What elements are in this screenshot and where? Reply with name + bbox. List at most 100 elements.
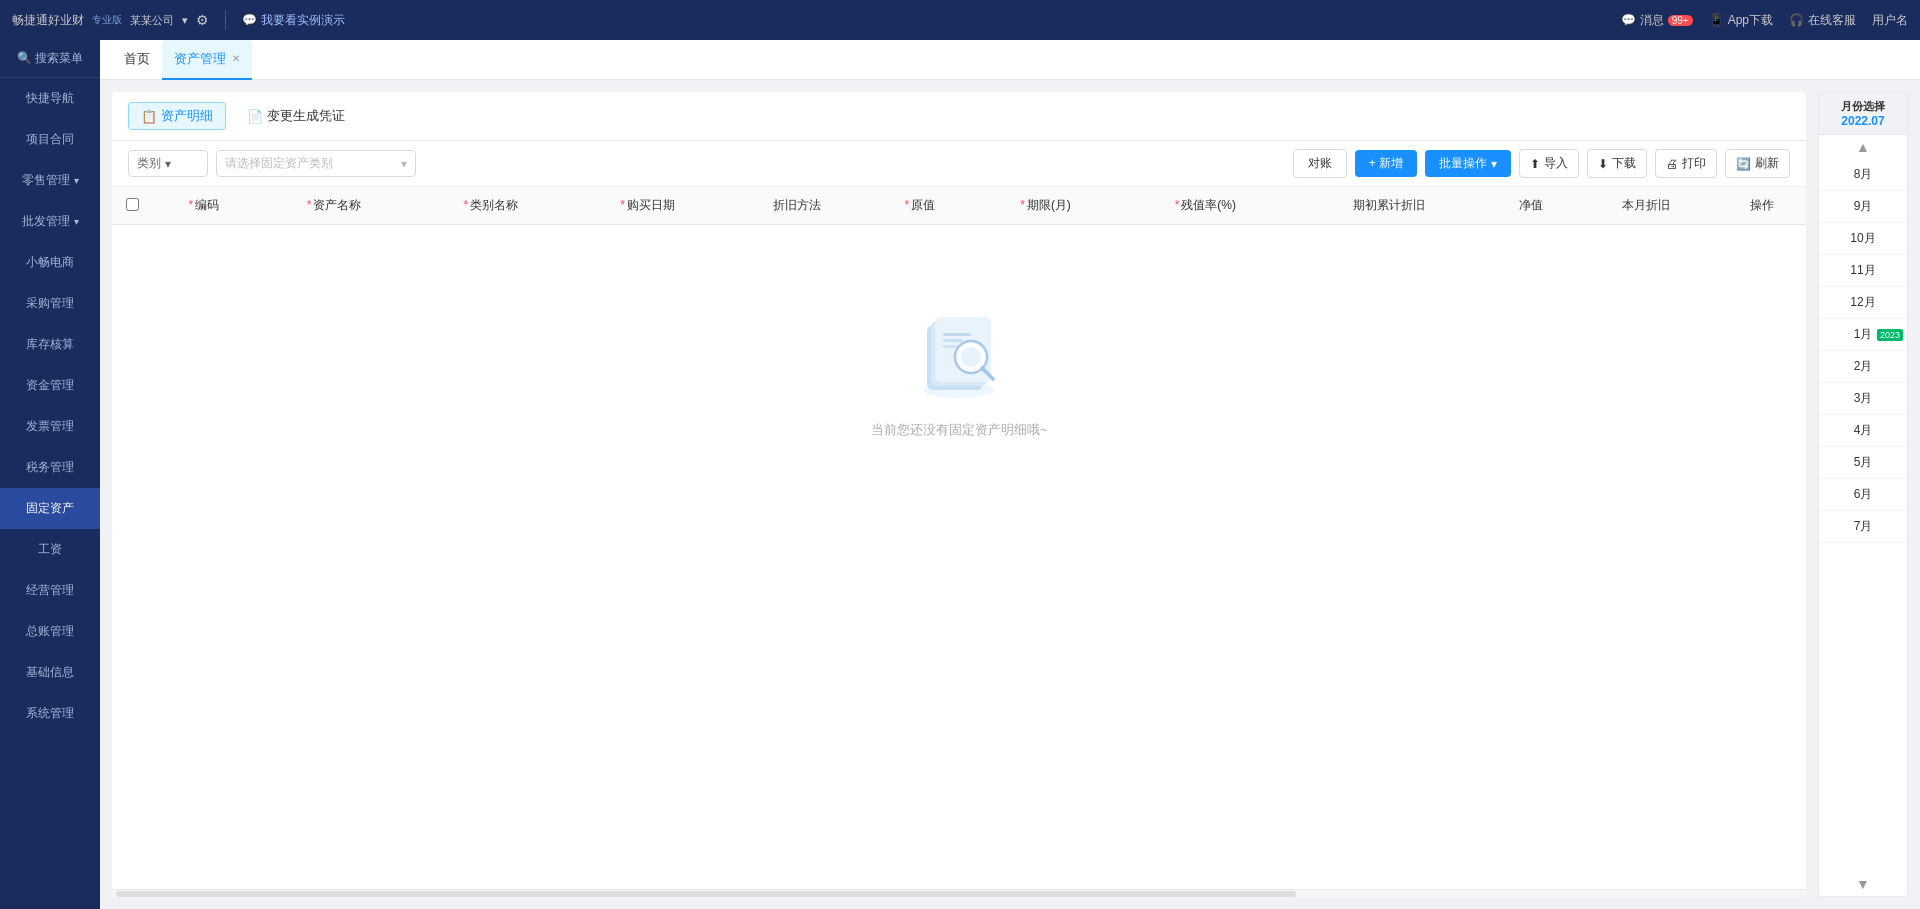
scroll-thumb[interactable] [116,891,1296,897]
sub-tab-change-voucher[interactable]: 📄 变更生成凭证 [234,102,358,130]
sidebar-item-label-fixed-assets: 固定资产 [26,500,74,517]
app-download-button[interactable]: 📱 App下载 [1709,12,1773,29]
download-button[interactable]: ⬇ 下载 [1587,149,1647,178]
reconcile-label: 对账 [1308,156,1332,170]
sidebar-item-salary[interactable]: 工资 [0,529,100,570]
batch-button[interactable]: 批量操作 ▾ [1425,150,1511,177]
tab-close-icon[interactable]: ✕ [232,53,240,64]
sidebar-item-label-quicknav: 快捷导航 [26,90,74,107]
month-item-8[interactable]: 8月 [1819,159,1907,191]
th-code: *编码 [152,187,256,225]
tab-asset-mgmt[interactable]: 资产管理 ✕ [162,40,252,80]
panel-toggle-button[interactable]: › [1818,475,1819,515]
month-item-2023-2[interactable]: 2月 [1819,351,1907,383]
demo-link[interactable]: 💬 我要看实例演示 [242,12,345,29]
divider [225,10,226,30]
download-label: 下载 [1612,155,1636,172]
sidebar-item-label-wholesale: 批发管理 [22,213,70,230]
message-label: 消息 [1640,12,1664,29]
print-icon: 🖨 [1666,157,1678,171]
sidebar-item-ledger[interactable]: 总账管理 [0,611,100,652]
month-item-2023-4[interactable]: 4月 [1819,415,1907,447]
user-menu[interactable]: 用户名 [1872,12,1908,29]
month-item-9[interactable]: 9月 [1819,191,1907,223]
sidebar-item-quicknav[interactable]: 快捷导航 [0,78,100,119]
print-button[interactable]: 🖨 打印 [1655,149,1717,178]
main-container: 🔍 搜索菜单 快捷导航 项目合同 零售管理 ▾ 批发管理 ▾ 小畅电商 采购管理… [0,40,1920,909]
demo-icon: 💬 [242,13,257,27]
content-area: 首页 资产管理 ✕ 📋 资产明细 📄 变更生成凭证 [100,40,1920,909]
sidebar-item-label-project: 项目合同 [26,131,74,148]
month-next-button[interactable]: ▼ [1856,876,1870,892]
change-voucher-icon: 📄 [247,109,263,124]
company-dropdown-icon[interactable]: ▾ [182,14,188,27]
sidebar-item-operations[interactable]: 经营管理 [0,570,100,611]
category-select-input[interactable]: 请选择固定资产类别 ▾ [216,150,416,177]
month-item-11[interactable]: 11月 [1819,255,1907,287]
category-placeholder: 请选择固定资产类别 [225,155,333,172]
th-original-value: *原值 [868,187,972,225]
add-button[interactable]: + 新增 [1355,150,1417,177]
sidebar-item-label-tax: 税务管理 [26,459,74,476]
sidebar-item-fixed-assets[interactable]: 固定资产 [0,488,100,529]
year-2023-badge: 2023 [1877,329,1903,341]
month-item-10[interactable]: 10月 [1819,223,1907,255]
th-depreciation-method: 折旧方法 [726,187,868,225]
refresh-button[interactable]: 🔄 刷新 [1725,149,1790,178]
sidebar-item-project[interactable]: 项目合同 [0,119,100,160]
asset-detail-label: 资产明细 [161,107,213,125]
download-icon: ⬇ [1598,157,1608,171]
month-item-2023-6[interactable]: 6月 [1819,479,1907,511]
month-item-2023-7[interactable]: 7月 [1819,511,1907,543]
tab-asset-mgmt-label: 资产管理 [174,50,226,68]
message-button[interactable]: 💬 消息 99+ [1621,12,1693,29]
month-item-2023-5[interactable]: 5月 [1819,447,1907,479]
sub-tab-asset-detail[interactable]: 📋 资产明细 [128,102,226,130]
settings-icon[interactable]: ⚙ [196,12,209,28]
sidebar-item-label-invoice: 发票管理 [26,418,74,435]
th-name: *资产名称 [256,187,413,225]
refresh-icon: 🔄 [1736,157,1751,171]
select-all-checkbox[interactable] [126,198,139,211]
th-accumulated-depreciation: 期初累计折旧 [1291,187,1486,225]
month-panel: › 月份选择 2022.07 ▲ 8月 9月 10月 11月 12月 1月 20… [1818,92,1908,897]
month-item-12[interactable]: 12月 [1819,287,1907,319]
sidebar-item-finance[interactable]: 资金管理 [0,365,100,406]
import-icon: ⬆ [1530,157,1540,171]
add-label: + 新增 [1369,155,1403,172]
sidebar-item-ecommerce[interactable]: 小畅电商 [0,242,100,283]
online-service-button[interactable]: 🎧 在线客服 [1789,12,1856,29]
category-filter[interactable]: 类别 ▾ [128,150,208,177]
tab-home[interactable]: 首页 [112,40,162,80]
th-category: *类别名称 [412,187,569,225]
horizontal-scrollbar[interactable] [112,889,1806,897]
sidebar-item-system[interactable]: 系统管理 [0,693,100,734]
nav-tabs: 首页 资产管理 ✕ [100,40,1920,80]
sidebar: 🔍 搜索菜单 快捷导航 项目合同 零售管理 ▾ 批发管理 ▾ 小畅电商 采购管理… [0,40,100,909]
sidebar-item-basic-info[interactable]: 基础信息 [0,652,100,693]
sidebar-item-invoice[interactable]: 发票管理 [0,406,100,447]
wholesale-arrow-icon: ▾ [74,216,79,227]
sidebar-item-retail[interactable]: 零售管理 ▾ [0,160,100,201]
user-label: 用户名 [1872,13,1908,27]
app-download-label: App下载 [1728,12,1773,29]
month-item-2023-3[interactable]: 3月 [1819,383,1907,415]
sidebar-item-wholesale[interactable]: 批发管理 ▾ [0,201,100,242]
th-monthly-depreciation: 本月折旧 [1575,187,1717,225]
sidebar-item-inventory[interactable]: 库存核算 [0,324,100,365]
th-net-value: 净值 [1486,187,1575,225]
company-name[interactable]: 某某公司 [130,13,174,28]
current-year-month: 2022.07 [1823,114,1903,128]
sidebar-item-purchase[interactable]: 采购管理 [0,283,100,324]
sidebar-search[interactable]: 🔍 搜索菜单 [0,40,100,78]
sidebar-item-label-finance: 资金管理 [26,377,74,394]
category-select-arrow-icon: ▾ [401,157,407,171]
month-prev-button[interactable]: ▲ [1856,139,1870,155]
month-nav-bottom: ▼ [1819,872,1907,896]
month-item-2023-1[interactable]: 1月 2023 [1819,319,1907,351]
reconcile-button[interactable]: 对账 [1293,149,1347,178]
category-filter-label: 类别 [137,155,161,172]
sidebar-item-tax[interactable]: 税务管理 [0,447,100,488]
main-panel: 📋 资产明细 📄 变更生成凭证 类别 ▾ 请选择固定资产类别 [112,92,1806,897]
import-button[interactable]: ⬆ 导入 [1519,149,1579,178]
